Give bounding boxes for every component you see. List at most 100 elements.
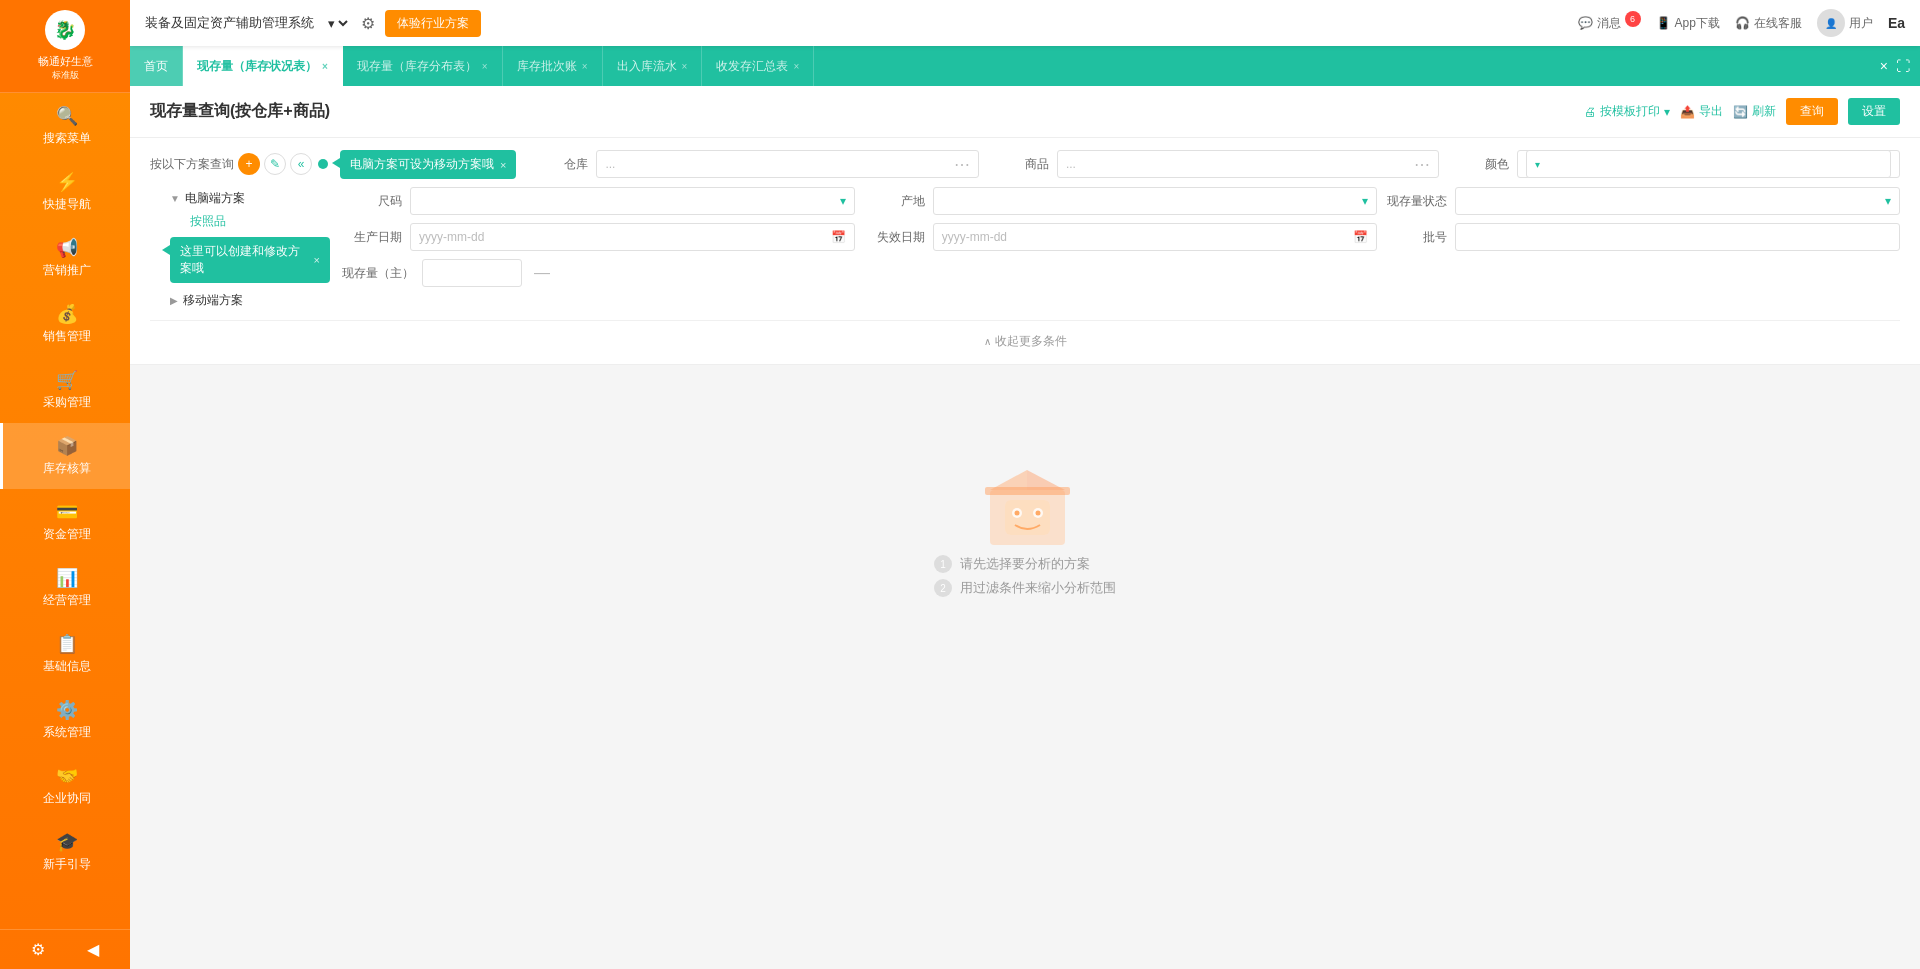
sidebar-item-guide[interactable]: 🎓 新手引导 [0, 819, 130, 885]
message-label: 消息 [1597, 15, 1621, 32]
tab-close-icon[interactable]: × [582, 61, 588, 72]
print-btn[interactable]: 🖨 按模板打印 ▾ [1584, 103, 1670, 120]
create-tooltip-wrap: 这里可以创建和修改方案哦 × [170, 237, 330, 283]
filter-row2: 尺码 ▾ 产地 ▾ 现存量状态 [342, 187, 1900, 215]
gear-icon: ⚙️ [56, 699, 78, 721]
empty-text: 1 请先选择要分析的方案 2 用过滤条件来缩小分析范围 [934, 555, 1116, 597]
create-tooltip-close[interactable]: × [314, 254, 320, 266]
sidebar-item-basic[interactable]: 📋 基础信息 [0, 621, 130, 687]
sidebar-item-search[interactable]: 🔍 搜索菜单 [0, 93, 130, 159]
size-arrow: ▾ [840, 194, 846, 208]
product-field: 商品 ... ⋯ [989, 150, 1440, 178]
sidebar-item-collab[interactable]: 🤝 企业协同 [0, 753, 130, 819]
mobile-scheme-item[interactable]: ▶ 移动端方案 [170, 289, 330, 312]
sidebar-item-system[interactable]: ⚙️ 系统管理 [0, 687, 130, 753]
expire-date-calendar-icon[interactable]: 📅 [1353, 230, 1368, 244]
system-selector[interactable]: ▾ [324, 15, 351, 32]
collapse-sidebar-icon[interactable]: ◀ [87, 940, 99, 959]
header-left: 装备及固定资产辅助管理系统 ▾ ⚙ 体验行业方案 [145, 10, 481, 37]
expire-date-field: 失效日期 yyyy-mm-dd 📅 [865, 223, 1378, 251]
user-label: 用户 [1849, 15, 1873, 32]
sidebar-item-label: 经营管理 [43, 592, 91, 609]
size-select[interactable]: ▾ [410, 187, 855, 215]
print-arrow: ▾ [1664, 105, 1670, 119]
desktop-scheme-tree: ▼ 电脑端方案 按照品 [170, 187, 330, 233]
tab-close-icon[interactable]: × [322, 61, 328, 72]
mobile-scheme-tree: ▶ 移动端方案 [170, 289, 330, 312]
svg-rect-1 [985, 487, 1070, 495]
settings-bottom-icon[interactable]: ⚙ [31, 940, 45, 959]
tab-close-icon[interactable]: × [682, 61, 688, 72]
back-scheme-btn[interactable]: « [290, 153, 312, 175]
user-icon: 👤 [1825, 18, 1837, 29]
origin-select[interactable]: ▾ [933, 187, 1378, 215]
desktop-child-item[interactable]: 按照品 [190, 210, 330, 233]
page-header: 现存量查询(按仓库+商品) 🖨 按模板打印 ▾ 📤 导出 🔄 刷新 查询 设置 [130, 86, 1920, 138]
product-dots[interactable]: ⋯ [1414, 155, 1430, 174]
tab-home[interactable]: 首页 [130, 46, 183, 86]
download-label: App下载 [1675, 15, 1720, 32]
settings-btn[interactable]: 设置 [1848, 98, 1900, 125]
export-btn[interactable]: 📤 导出 [1680, 103, 1723, 120]
sidebar-nav: 🔍 搜索菜单 ⚡ 快捷导航 📢 营销推广 💰 销售管理 🛒 采购管理 📦 库存核… [0, 93, 130, 929]
sidebar-item-finance[interactable]: 💳 资金管理 [0, 489, 130, 555]
warehouse-select[interactable]: ... ⋯ [596, 150, 979, 178]
desktop-arrow: ▼ [170, 193, 180, 204]
tab-batch[interactable]: 库存批次账 × [503, 46, 603, 86]
industry-btn[interactable]: 体验行业方案 [385, 10, 481, 37]
user-btn[interactable]: 👤 用户 [1817, 9, 1873, 37]
app-download-btn[interactable]: 📱 App下载 [1656, 15, 1720, 32]
search-btn[interactable]: 查询 [1786, 98, 1838, 125]
edit-scheme-btn[interactable]: ✎ [264, 153, 286, 175]
sidebar-item-sales[interactable]: 💰 销售管理 [0, 291, 130, 357]
produce-date-calendar-icon[interactable]: 📅 [831, 230, 846, 244]
sidebar-item-purchase[interactable]: 🛒 采购管理 [0, 357, 130, 423]
scheme-tooltip-close[interactable]: × [500, 159, 506, 171]
batch-no-input[interactable] [1455, 223, 1900, 251]
filter-fields-row1: 仓库 ... ⋯ 商品 ... ⋯ 颜色 [528, 150, 1900, 178]
stock-qty-field: 现存量（主） — [342, 259, 554, 287]
header-settings-icon[interactable]: ⚙ [361, 14, 375, 33]
box-icon: 📦 [56, 435, 78, 457]
collapse-filter-btn[interactable]: ∧ 收起更多条件 [150, 327, 1900, 356]
produce-date-input[interactable]: yyyy-mm-dd 📅 [410, 223, 855, 251]
desktop-scheme-item[interactable]: ▼ 电脑端方案 [170, 187, 330, 210]
sidebar-item-inventory[interactable]: 📦 库存核算 [0, 423, 130, 489]
tab-summary[interactable]: 收发存汇总表 × [702, 46, 814, 86]
refresh-btn[interactable]: 🔄 刷新 [1733, 103, 1776, 120]
message-btn[interactable]: 💬 消息 6 [1578, 15, 1641, 32]
refresh-icon: 🔄 [1733, 105, 1748, 119]
tab-inventory-status[interactable]: 现存量（库存状况表） × [183, 46, 343, 86]
collapse-chevron: ∧ [984, 336, 991, 347]
produce-date-label: 生产日期 [342, 229, 402, 246]
service-btn[interactable]: 🎧 在线客服 [1735, 15, 1802, 32]
empty-state: 1 请先选择要分析的方案 2 用过滤条件来缩小分析范围 [130, 365, 1920, 677]
warehouse-dots[interactable]: ⋯ [954, 155, 970, 174]
tab-close-icon[interactable]: × [482, 61, 488, 72]
sidebar-item-marketing[interactable]: 📢 营销推广 [0, 225, 130, 291]
empty-illustration [975, 445, 1075, 545]
page-actions: 🖨 按模板打印 ▾ 📤 导出 🔄 刷新 查询 设置 [1584, 98, 1900, 125]
desktop-scheme-children: 按照品 [190, 210, 330, 233]
stock-qty-min[interactable] [422, 259, 522, 287]
connector-dot [318, 159, 328, 169]
filter-row3: 生产日期 yyyy-mm-dd 📅 失效日期 yyyy-mm-dd 📅 [342, 223, 1900, 251]
color-field: 颜色 ▾ [1449, 150, 1900, 178]
sidebar-item-quicknav[interactable]: ⚡ 快捷导航 [0, 159, 130, 225]
filter-fields-group: 尺码 ▾ 产地 ▾ 现存量状态 [342, 187, 1900, 287]
flash-icon: ⚡ [56, 171, 78, 193]
product-select[interactable]: ... ⋯ [1057, 150, 1440, 178]
add-scheme-btn[interactable]: + [238, 153, 260, 175]
sidebar-item-operation[interactable]: 📊 经营管理 [0, 555, 130, 621]
tab-maximize-icon[interactable]: ⛶ [1896, 58, 1910, 74]
tab-inventory-dist[interactable]: 现存量（库存分布表） × [343, 46, 503, 86]
tab-close-all-icon[interactable]: × [1880, 58, 1888, 74]
tab-flow[interactable]: 出入库流水 × [603, 46, 703, 86]
tab-close-icon[interactable]: × [793, 61, 799, 72]
size-label: 尺码 [342, 193, 402, 210]
color-select[interactable]: ▾ [1517, 150, 1900, 178]
stock-status-select[interactable]: ▾ [1455, 187, 1900, 215]
sidebar-item-label: 采购管理 [43, 394, 91, 411]
avatar: 👤 [1817, 9, 1845, 37]
expire-date-input[interactable]: yyyy-mm-dd 📅 [933, 223, 1378, 251]
